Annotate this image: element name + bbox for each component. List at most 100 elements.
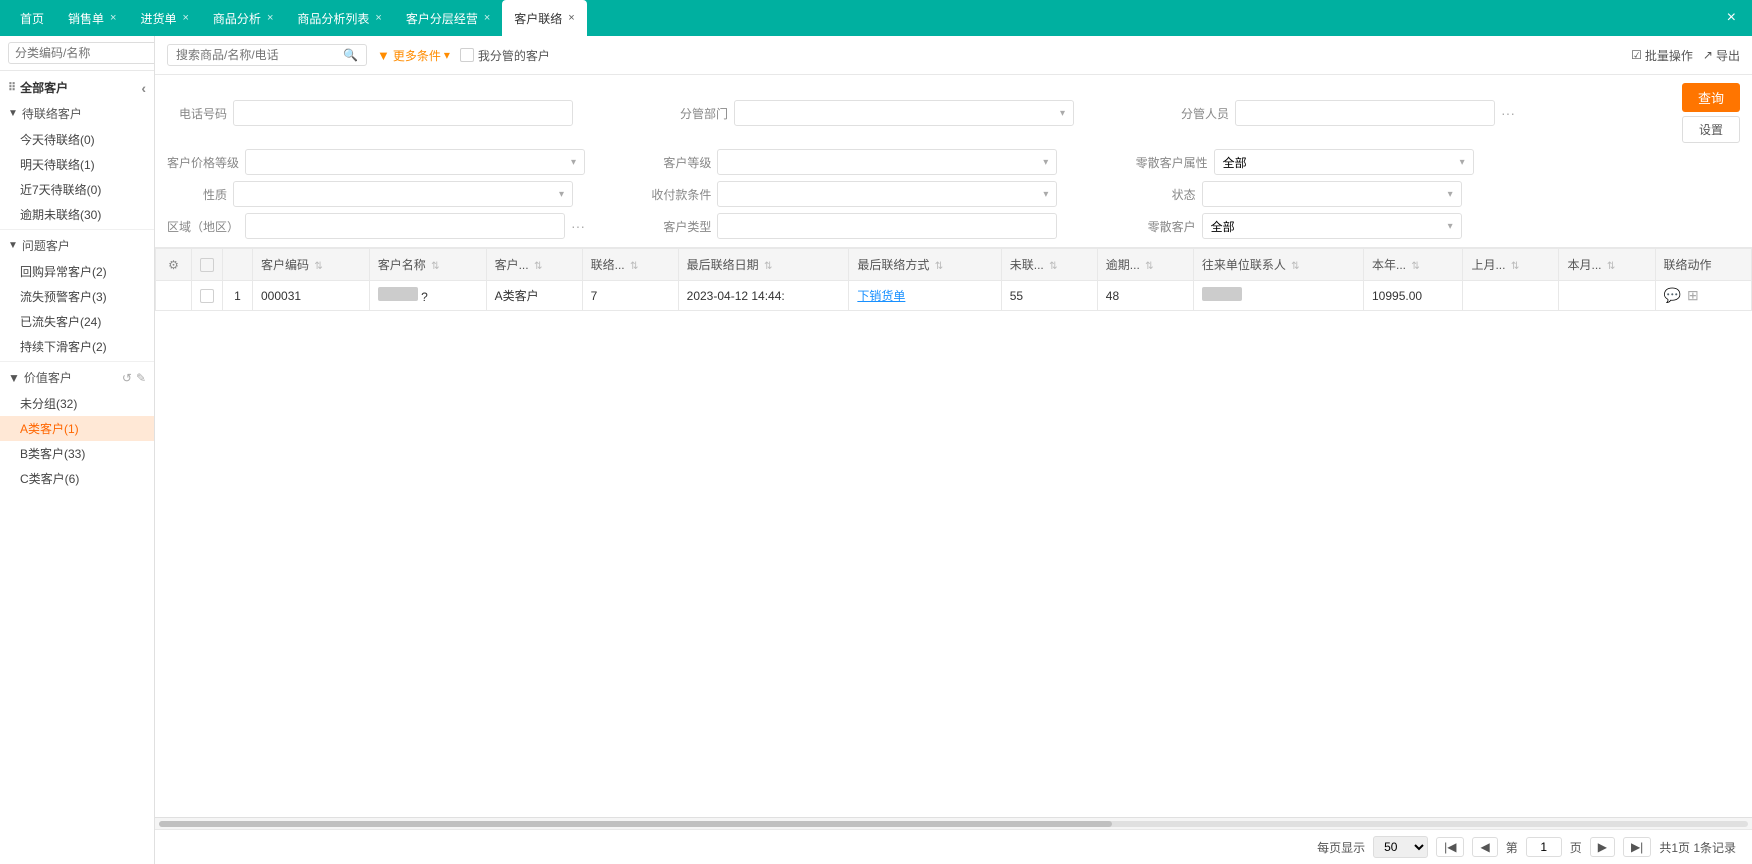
col-settings[interactable]: ⚙ <box>156 249 192 281</box>
sidebar-item-overdue[interactable]: 逾期未联络(30) <box>0 202 154 227</box>
next-page-btn[interactable]: ▶ <box>1590 837 1615 857</box>
col-contact-sort-icon[interactable]: ⇅ <box>630 261 638 272</box>
all-customers-label[interactable]: 全部客户 <box>20 79 68 96</box>
nav-customer-contact[interactable]: 客户联络 × <box>502 0 586 36</box>
col-type-header[interactable]: 客户... ⇅ <box>486 249 582 281</box>
col-last-method-sort-icon[interactable]: ⇅ <box>935 261 943 272</box>
sidebar-item-declining[interactable]: 持续下滑客户(2) <box>0 334 154 359</box>
retail-customer-select[interactable]: 全部 ▾ <box>1202 213 1462 239</box>
sidebar-search-input[interactable] <box>8 42 155 64</box>
export-btn[interactable]: ↗ 导出 <box>1703 47 1740 64</box>
col-no-contact-sort-icon[interactable]: ⇅ <box>1049 261 1057 272</box>
sidebar-item-churned[interactable]: 已流失客户(24) <box>0 309 154 334</box>
row-name-cell[interactable]: ? <box>369 281 486 311</box>
nav-customer-layer-close[interactable]: × <box>484 12 490 24</box>
sidebar-value-section[interactable]: ▼ 价值客户 ↺ ✎ <box>0 364 154 391</box>
col-last-month-sort-icon[interactable]: ⇅ <box>1511 261 1519 272</box>
nav-analysis-close[interactable]: × <box>267 12 273 24</box>
barcode-action-icon[interactable]: ⊞ <box>1687 287 1699 304</box>
settings-button[interactable]: 设置 <box>1682 116 1740 143</box>
scroll-track[interactable] <box>159 821 1748 827</box>
price-level-select[interactable]: ▾ <box>245 149 585 175</box>
row-action-cell[interactable]: 💬 ⊞ <box>1655 281 1751 311</box>
col-checkbox-header[interactable] <box>192 249 223 281</box>
row-last-method[interactable]: 下销货单 <box>857 289 905 303</box>
col-overdue-sort-icon[interactable]: ⇅ <box>1145 261 1153 272</box>
region-select[interactable] <box>245 213 565 239</box>
customer-type-input[interactable] <box>717 213 1057 239</box>
nature-select[interactable]: ▾ <box>233 181 573 207</box>
search-input[interactable] <box>176 48 343 62</box>
query-button[interactable]: 查询 <box>1682 83 1740 112</box>
sidebar-item-ungrouped[interactable]: 未分组(32) <box>0 391 154 416</box>
row-code-cell[interactable]: 000031 <box>253 281 370 311</box>
col-unit-contact-header[interactable]: 往来单位联系人 ⇅ <box>1193 249 1363 281</box>
col-this-month-sort-icon[interactable]: ⇅ <box>1607 261 1615 272</box>
search-field[interactable]: 🔍 <box>167 44 367 66</box>
row-checkbox[interactable] <box>200 289 214 303</box>
search-magnifier-icon[interactable]: 🔍 <box>343 48 358 62</box>
page-input[interactable] <box>1526 837 1562 857</box>
edit-icon[interactable]: ✎ <box>136 371 146 385</box>
batch-ops-btn[interactable]: ☑ 批量操作 <box>1631 47 1693 64</box>
more-conditions-btn[interactable]: ▼ 更多条件 ▾ <box>377 47 450 64</box>
my-customers-filter[interactable]: 我分管的客户 <box>460 47 550 64</box>
sidebar-item-churn-warning[interactable]: 流失预警客户(3) <box>0 284 154 309</box>
col-no-contact-header[interactable]: 未联... ⇅ <box>1001 249 1097 281</box>
payment-select[interactable]: ▾ <box>717 181 1057 207</box>
col-name-header[interactable]: 客户名称 ⇅ <box>369 249 486 281</box>
manager-dots-btn[interactable]: ··· <box>1501 105 1515 121</box>
nav-purchase-close[interactable]: × <box>182 12 188 24</box>
horizontal-scrollbar[interactable] <box>155 817 1752 829</box>
status-select[interactable]: ▾ <box>1202 181 1462 207</box>
col-this-year-header[interactable]: 本年... ⇅ <box>1364 249 1463 281</box>
customer-level-select[interactable]: ▾ <box>717 149 1057 175</box>
col-contact-header[interactable]: 联络... ⇅ <box>582 249 678 281</box>
row-checkbox-cell[interactable] <box>192 281 223 311</box>
nav-analysis-list-close[interactable]: × <box>375 12 381 24</box>
sidebar-item-tomorrow[interactable]: 明天待联络(1) <box>0 152 154 177</box>
refresh-icon[interactable]: ↺ <box>122 371 132 385</box>
col-last-date-sort-icon[interactable]: ⇅ <box>764 261 772 272</box>
col-code-sort-icon[interactable]: ⇅ <box>314 261 322 272</box>
nav-home[interactable]: 首页 <box>8 0 56 36</box>
last-page-btn[interactable]: ▶| <box>1623 837 1651 857</box>
col-last-month-header[interactable]: 上月... ⇅ <box>1463 249 1559 281</box>
nav-sales[interactable]: 销售单 × <box>56 0 128 36</box>
dept-select[interactable]: ▾ <box>734 100 1074 126</box>
sidebar-item-7days[interactable]: 近7天待联络(0) <box>0 177 154 202</box>
col-last-date-header[interactable]: 最后联络日期 ⇅ <box>678 249 849 281</box>
nav-customer-contact-close[interactable]: × <box>568 12 574 24</box>
sidebar-item-today[interactable]: 今天待联络(0) <box>0 127 154 152</box>
sidebar-item-a-class[interactable]: A类客户(1) <box>0 416 154 441</box>
col-type-sort-icon[interactable]: ⇅ <box>534 261 542 272</box>
my-customers-checkbox[interactable] <box>460 48 474 62</box>
nav-analysis[interactable]: 商品分析 × <box>201 0 285 36</box>
manager-select[interactable] <box>1235 100 1495 126</box>
sidebar-problem-section[interactable]: ▼ 问题客户 <box>0 232 154 259</box>
nav-close-all[interactable]: × <box>1719 9 1744 27</box>
nav-sales-close[interactable]: × <box>110 12 116 24</box>
header-checkbox[interactable] <box>200 258 214 272</box>
col-unit-contact-sort-icon[interactable]: ⇅ <box>1291 261 1299 272</box>
row-last-method-cell[interactable]: 下销货单 <box>849 281 1001 311</box>
retail-attr-select[interactable]: 全部 ▾ <box>1214 149 1474 175</box>
sidebar-item-repurchase-abnormal[interactable]: 回购异常客户(2) <box>0 259 154 284</box>
per-page-select[interactable]: 50 100 200 <box>1373 836 1428 858</box>
sidebar-item-c-class[interactable]: C类客户(6) <box>0 466 154 491</box>
prev-page-btn[interactable]: ◀ <box>1472 837 1497 857</box>
col-this-month-header[interactable]: 本月... ⇅ <box>1559 249 1655 281</box>
col-last-method-header[interactable]: 最后联络方式 ⇅ <box>849 249 1001 281</box>
col-this-year-sort-icon[interactable]: ⇅ <box>1411 261 1419 272</box>
phone-input[interactable] <box>233 100 573 126</box>
table-gear-icon[interactable]: ⚙ <box>168 258 179 272</box>
sidebar-collapse-btn[interactable]: ‹ <box>141 80 146 96</box>
col-overdue-header[interactable]: 逾期... ⇅ <box>1097 249 1193 281</box>
first-page-btn[interactable]: |◀ <box>1436 837 1464 857</box>
nav-customer-layer[interactable]: 客户分层经营 × <box>394 0 502 36</box>
nav-analysis-list[interactable]: 商品分析列表 × <box>285 0 393 36</box>
sidebar-pending-section[interactable]: ▼ 待联络客户 <box>0 100 154 127</box>
region-dots-btn[interactable]: ··· <box>571 218 585 234</box>
chat-action-icon[interactable]: 💬 <box>1664 287 1681 304</box>
sidebar-item-b-class[interactable]: B类客户(33) <box>0 441 154 466</box>
